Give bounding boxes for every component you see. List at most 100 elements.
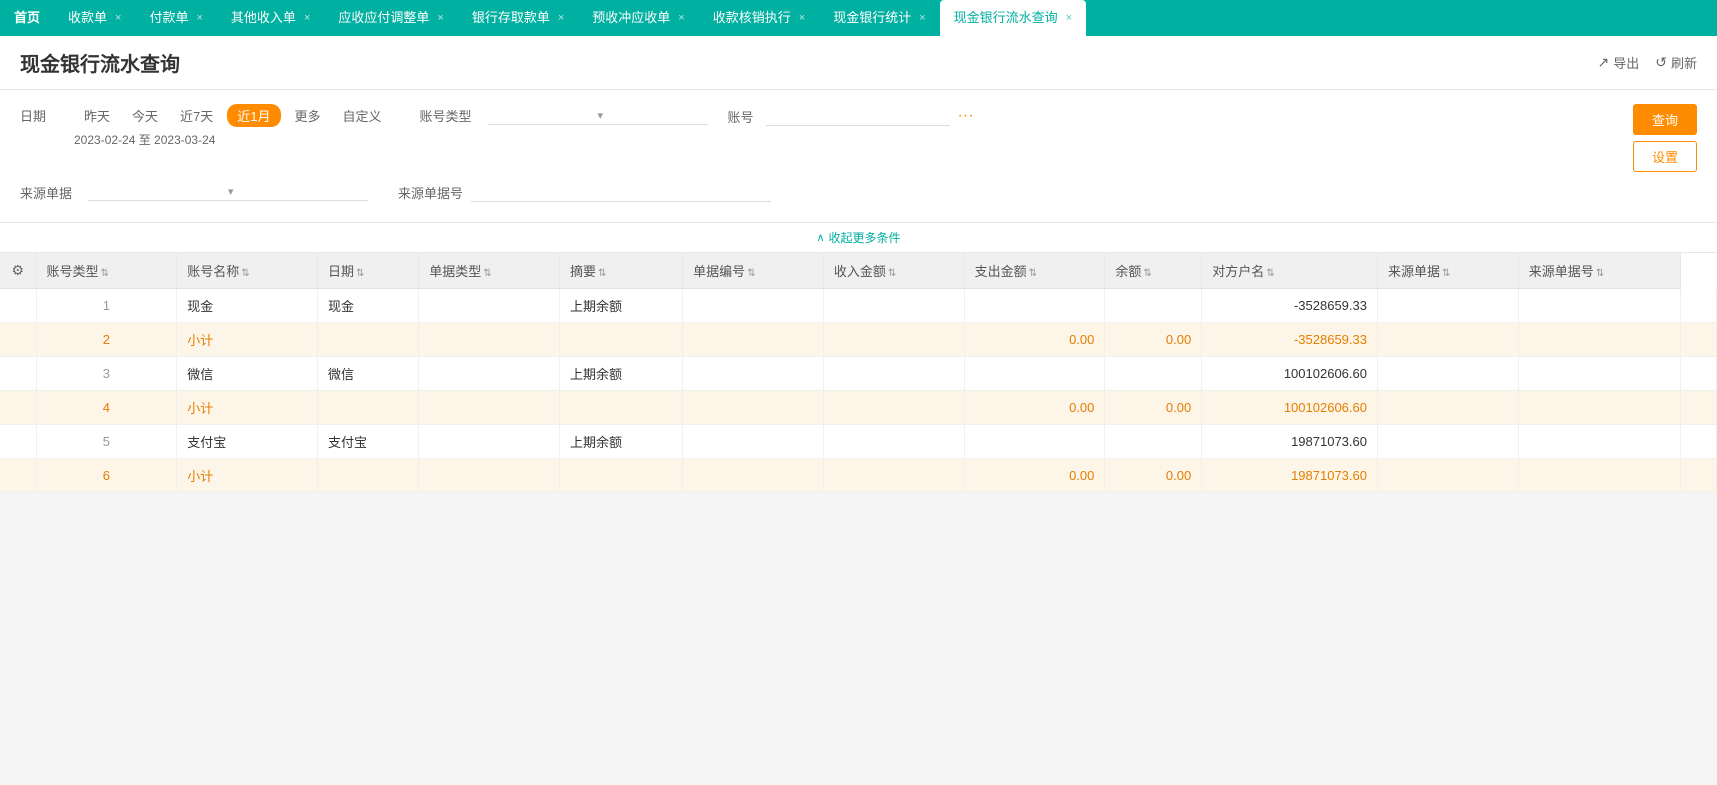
voucher-no-cell [823, 289, 964, 323]
col-source[interactable]: 来源单据⇅ [1377, 253, 1518, 289]
sort-icon: ⇅ [598, 268, 606, 279]
col-balance[interactable]: 余额⇅ [1105, 253, 1202, 289]
source-no-cell [1681, 425, 1717, 459]
close-icon[interactable]: × [919, 0, 925, 36]
tab-prepay[interactable]: 预收冲应收单× [578, 0, 698, 36]
sort-icon: ⇅ [356, 268, 364, 279]
tab-ar-adjust[interactable]: 应收应付调整单× [324, 0, 457, 36]
table-header: ⚙ 账号类型⇅账号名称⇅日期⇅单据类型⇅摘要⇅单据编号⇅收入金额⇅支出金额⇅余额⇅… [0, 253, 1717, 289]
expense-cell: 0.00 [1105, 323, 1202, 357]
table-row: 3微信微信上期余额100102606.60 [0, 357, 1717, 391]
query-button[interactable]: 查询 [1633, 104, 1697, 135]
more-options-icon[interactable]: ··· [958, 107, 974, 125]
date-options: 昨天今天近7天近1月更多自定义 [76, 104, 390, 127]
close-icon[interactable]: × [678, 0, 684, 36]
source-cell [1518, 289, 1681, 323]
date-opt-更多[interactable]: 更多 [287, 104, 329, 127]
tab-bank-flow[interactable]: 现金银行流水查询× [940, 0, 1086, 36]
col-income[interactable]: 收入金额⇅ [823, 253, 964, 289]
account-no-input[interactable] [766, 106, 950, 126]
close-icon[interactable]: × [304, 0, 310, 36]
top-nav: 首页 收款单×付款单×其他收入单×应收应付调整单×银行存取款单×预收冲应收单×收… [0, 0, 1717, 36]
page-header: 现金银行流水查询 ↗ 导出 ↺ 刷新 [0, 36, 1717, 90]
income-cell: 0.00 [964, 323, 1105, 357]
col-counterparty[interactable]: 对方户名⇅ [1202, 253, 1378, 289]
table-row: 4小计0.000.00100102606.60 [0, 391, 1717, 425]
close-icon[interactable]: × [799, 0, 805, 36]
date-opt-近7天[interactable]: 近7天 [172, 104, 221, 127]
tab-receipt[interactable]: 收款单× [54, 0, 135, 36]
account-name-cell [317, 391, 418, 425]
filter-area: 日期 昨天今天近7天近1月更多自定义 2023-02-24 至 2023-03-… [0, 90, 1717, 223]
sort-icon: ⇅ [1029, 268, 1037, 279]
expense-cell: 0.00 [1105, 459, 1202, 493]
source-voucher-no-label: 来源单据号 [398, 183, 463, 202]
tab-bank-deposit[interactable]: 银行存取款单× [458, 0, 578, 36]
source-no-cell [1681, 289, 1717, 323]
source-cell [1518, 459, 1681, 493]
chevron-down-icon: ▾ [598, 109, 704, 122]
settings-button[interactable]: 设置 [1633, 141, 1697, 172]
source-voucher-select[interactable]: ▾ [88, 183, 368, 201]
table-row: 1现金现金上期余额-3528659.33 [0, 289, 1717, 323]
expense-cell [1105, 289, 1202, 323]
refresh-button[interactable]: ↺ 刷新 [1655, 53, 1697, 72]
date-cell [419, 425, 560, 459]
page-title: 现金银行流水查询 [20, 48, 180, 77]
source-no-cell [1681, 459, 1717, 493]
data-table: ⚙ 账号类型⇅账号名称⇅日期⇅单据类型⇅摘要⇅单据编号⇅收入金额⇅支出金额⇅余额⇅… [0, 253, 1717, 493]
voucher-type-cell: 上期余额 [559, 357, 682, 391]
col-account-name[interactable]: 账号名称⇅ [177, 253, 318, 289]
income-cell [964, 357, 1105, 391]
account-name-cell: 微信 [317, 357, 418, 391]
col-date[interactable]: 日期⇅ [317, 253, 418, 289]
date-opt-今天[interactable]: 今天 [124, 104, 166, 127]
close-icon[interactable]: × [437, 0, 443, 36]
source-voucher-no-input[interactable] [471, 182, 771, 202]
export-button[interactable]: ↗ 导出 [1598, 53, 1640, 72]
account-type-cell: 小计 [177, 459, 318, 493]
col-account-type[interactable]: 账号类型⇅ [36, 253, 177, 289]
date-opt-昨天[interactable]: 昨天 [76, 104, 118, 127]
voucher-type-cell: 上期余额 [559, 425, 682, 459]
sort-icon: ⇅ [1143, 268, 1151, 279]
voucher-no-cell [823, 425, 964, 459]
date-opt-近1月[interactable]: 近1月 [227, 104, 280, 127]
collapse-bar[interactable]: ∧ 收起更多条件 [0, 223, 1717, 253]
gear-icon[interactable]: ⚙ [11, 262, 24, 278]
table-row: 5支付宝支付宝上期余额19871073.60 [0, 425, 1717, 459]
counterparty-cell [1377, 357, 1518, 391]
settings-col-cell [0, 323, 36, 357]
col-voucher-type[interactable]: 单据类型⇅ [419, 253, 560, 289]
income-cell [964, 425, 1105, 459]
close-icon[interactable]: × [558, 0, 564, 36]
voucher-no-cell [823, 357, 964, 391]
tab-collect-exec[interactable]: 收款核销执行× [699, 0, 819, 36]
table-row: 6小计0.000.0019871073.60 [0, 459, 1717, 493]
date-cell [419, 323, 560, 357]
tab-bank-stat[interactable]: 现金银行统计× [819, 0, 939, 36]
col-summary[interactable]: 摘要⇅ [559, 253, 682, 289]
date-opt-自定义[interactable]: 自定义 [335, 104, 390, 127]
account-name-cell [317, 459, 418, 493]
col-source-no[interactable]: 来源单据号⇅ [1518, 253, 1681, 289]
nav-home[interactable]: 首页 [0, 0, 54, 36]
close-icon[interactable]: × [196, 0, 202, 36]
date-cell [419, 289, 560, 323]
balance-cell: 100102606.60 [1202, 357, 1378, 391]
chevron-down-icon-2: ▾ [228, 185, 364, 198]
nav-tabs: 收款单×付款单×其他收入单×应收应付调整单×银行存取款单×预收冲应收单×收款核销… [54, 0, 1086, 36]
tab-other-income[interactable]: 其他收入单× [217, 0, 324, 36]
row-num: 2 [36, 323, 177, 357]
col-expense[interactable]: 支出金额⇅ [964, 253, 1105, 289]
row-num: 1 [36, 289, 177, 323]
account-type-select[interactable]: ▾ [488, 107, 708, 125]
account-type-cell: 现金 [177, 289, 318, 323]
summary-cell [683, 459, 824, 493]
settings-col-cell [0, 357, 36, 391]
col-voucher-no[interactable]: 单据编号⇅ [683, 253, 824, 289]
close-icon[interactable]: × [115, 0, 121, 36]
income-cell: 0.00 [964, 391, 1105, 425]
tab-payment[interactable]: 付款单× [135, 0, 216, 36]
close-icon[interactable]: × [1066, 0, 1072, 36]
